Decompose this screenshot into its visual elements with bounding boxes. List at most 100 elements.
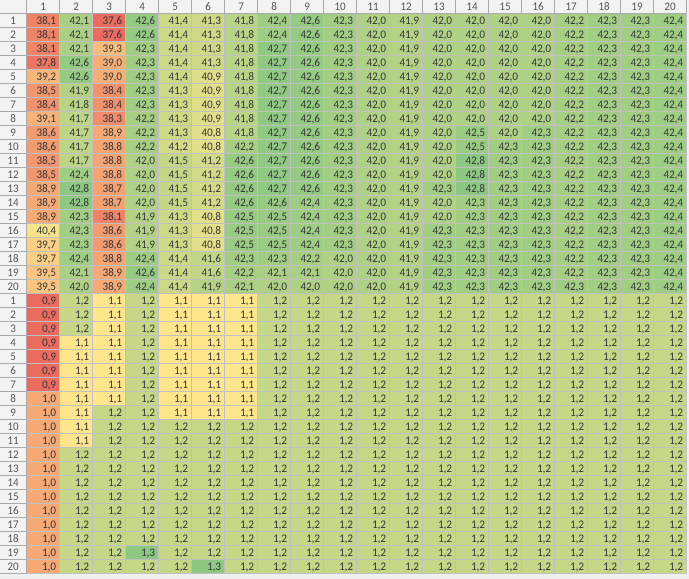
data-cell[interactable]: 1,2	[522, 462, 555, 476]
data-cell[interactable]: 40,9	[192, 70, 225, 84]
data-cell[interactable]: 1,2	[357, 420, 390, 434]
data-cell[interactable]: 1,2	[126, 378, 159, 392]
data-cell[interactable]: 42,3	[621, 224, 654, 238]
data-cell[interactable]: 42,7	[258, 42, 291, 56]
data-cell[interactable]: 42,3	[621, 140, 654, 154]
data-cell[interactable]: 38,6	[93, 238, 126, 252]
data-cell[interactable]: 1,2	[456, 504, 489, 518]
data-cell[interactable]: 1,2	[159, 560, 192, 574]
data-cell[interactable]: 1,2	[621, 406, 654, 420]
data-cell[interactable]: 42,8	[60, 182, 93, 196]
data-cell[interactable]: 1,2	[654, 392, 687, 406]
data-cell[interactable]: 1,2	[489, 294, 522, 308]
data-cell[interactable]: 1,2	[489, 490, 522, 504]
data-cell[interactable]: 42,3	[489, 140, 522, 154]
data-cell[interactable]: 1,2	[654, 448, 687, 462]
data-cell[interactable]: 1,2	[60, 322, 93, 336]
row-header[interactable]: 16	[0, 504, 27, 518]
data-cell[interactable]: 1,1	[159, 392, 192, 406]
data-cell[interactable]: 1,2	[159, 434, 192, 448]
data-cell[interactable]: 38,6	[27, 126, 60, 140]
data-cell[interactable]: 42,0	[456, 84, 489, 98]
data-cell[interactable]: 1,2	[291, 378, 324, 392]
data-cell[interactable]: 41,9	[390, 126, 423, 140]
data-cell[interactable]: 1,2	[192, 504, 225, 518]
data-cell[interactable]: 39,5	[27, 266, 60, 280]
data-cell[interactable]: 42,7	[258, 154, 291, 168]
data-cell[interactable]: 42,3	[456, 238, 489, 252]
data-cell[interactable]: 42,3	[522, 126, 555, 140]
data-cell[interactable]: 41,9	[390, 196, 423, 210]
data-cell[interactable]: 1,2	[390, 476, 423, 490]
data-cell[interactable]: 1,2	[357, 294, 390, 308]
row-header[interactable]: 10	[0, 420, 27, 434]
data-cell[interactable]: 42,2	[225, 140, 258, 154]
row-header[interactable]: 3	[0, 322, 27, 336]
data-cell[interactable]: 42,3	[621, 98, 654, 112]
data-cell[interactable]: 1,2	[654, 406, 687, 420]
data-cell[interactable]: 41,4	[159, 70, 192, 84]
data-cell[interactable]: 1,1	[60, 364, 93, 378]
data-cell[interactable]: 1,2	[423, 448, 456, 462]
data-cell[interactable]: 1,2	[489, 560, 522, 574]
data-cell[interactable]: 1,2	[324, 490, 357, 504]
data-cell[interactable]: 42,6	[291, 84, 324, 98]
data-cell[interactable]: 1,2	[357, 490, 390, 504]
data-cell[interactable]: 42,3	[588, 168, 621, 182]
data-cell[interactable]: 1,2	[324, 336, 357, 350]
data-cell[interactable]: 1,2	[258, 406, 291, 420]
data-cell[interactable]: 1,2	[522, 560, 555, 574]
data-cell[interactable]: 41,8	[225, 56, 258, 70]
data-cell[interactable]: 42,4	[654, 70, 687, 84]
data-cell[interactable]: 41,4	[159, 266, 192, 280]
data-cell[interactable]: 1,2	[390, 364, 423, 378]
data-cell[interactable]: 1,1	[60, 434, 93, 448]
data-cell[interactable]: 42,4	[654, 140, 687, 154]
data-cell[interactable]: 1,2	[60, 490, 93, 504]
data-cell[interactable]: 42,6	[126, 28, 159, 42]
data-cell[interactable]: 42,3	[621, 154, 654, 168]
data-cell[interactable]: 42,3	[456, 252, 489, 266]
data-cell[interactable]: 42,0	[522, 28, 555, 42]
data-cell[interactable]: 1,2	[621, 434, 654, 448]
data-cell[interactable]: 42,0	[126, 182, 159, 196]
data-cell[interactable]: 1,2	[126, 518, 159, 532]
data-cell[interactable]: 1,2	[126, 490, 159, 504]
data-cell[interactable]: 1,2	[456, 476, 489, 490]
data-cell[interactable]: 1,2	[423, 476, 456, 490]
data-cell[interactable]: 1,2	[192, 518, 225, 532]
data-cell[interactable]: 1,2	[555, 532, 588, 546]
data-cell[interactable]: 41,3	[159, 112, 192, 126]
data-cell[interactable]: 1,2	[621, 392, 654, 406]
data-cell[interactable]: 1,2	[126, 434, 159, 448]
data-cell[interactable]: 42,4	[126, 252, 159, 266]
data-cell[interactable]: 42,3	[423, 266, 456, 280]
data-cell[interactable]: 1,2	[489, 392, 522, 406]
data-cell[interactable]: 38,5	[27, 168, 60, 182]
data-cell[interactable]: 42,0	[522, 98, 555, 112]
data-cell[interactable]: 41,2	[192, 196, 225, 210]
row-header[interactable]: 20	[0, 280, 27, 294]
data-cell[interactable]: 1,2	[357, 350, 390, 364]
data-cell[interactable]: 38,3	[93, 112, 126, 126]
data-cell[interactable]: 38,8	[93, 140, 126, 154]
data-cell[interactable]: 42,0	[456, 56, 489, 70]
data-cell[interactable]: 42,3	[60, 210, 93, 224]
data-cell[interactable]: 1,2	[489, 308, 522, 322]
data-cell[interactable]: 1,1	[192, 392, 225, 406]
data-cell[interactable]: 42,6	[291, 14, 324, 28]
data-cell[interactable]: 40,8	[192, 140, 225, 154]
data-cell[interactable]: 1,2	[489, 434, 522, 448]
data-cell[interactable]: 42,2	[555, 182, 588, 196]
data-cell[interactable]: 37,6	[93, 28, 126, 42]
data-cell[interactable]: 1,2	[555, 476, 588, 490]
data-cell[interactable]: 1,2	[489, 364, 522, 378]
row-header[interactable]: 17	[0, 518, 27, 532]
data-cell[interactable]: 41,4	[159, 252, 192, 266]
data-cell[interactable]: 1,2	[93, 406, 126, 420]
data-cell[interactable]: 1,2	[192, 448, 225, 462]
data-cell[interactable]: 1,2	[192, 420, 225, 434]
data-cell[interactable]: 1,2	[654, 434, 687, 448]
data-cell[interactable]: 42,7	[258, 70, 291, 84]
row-header[interactable]: 16	[0, 224, 27, 238]
